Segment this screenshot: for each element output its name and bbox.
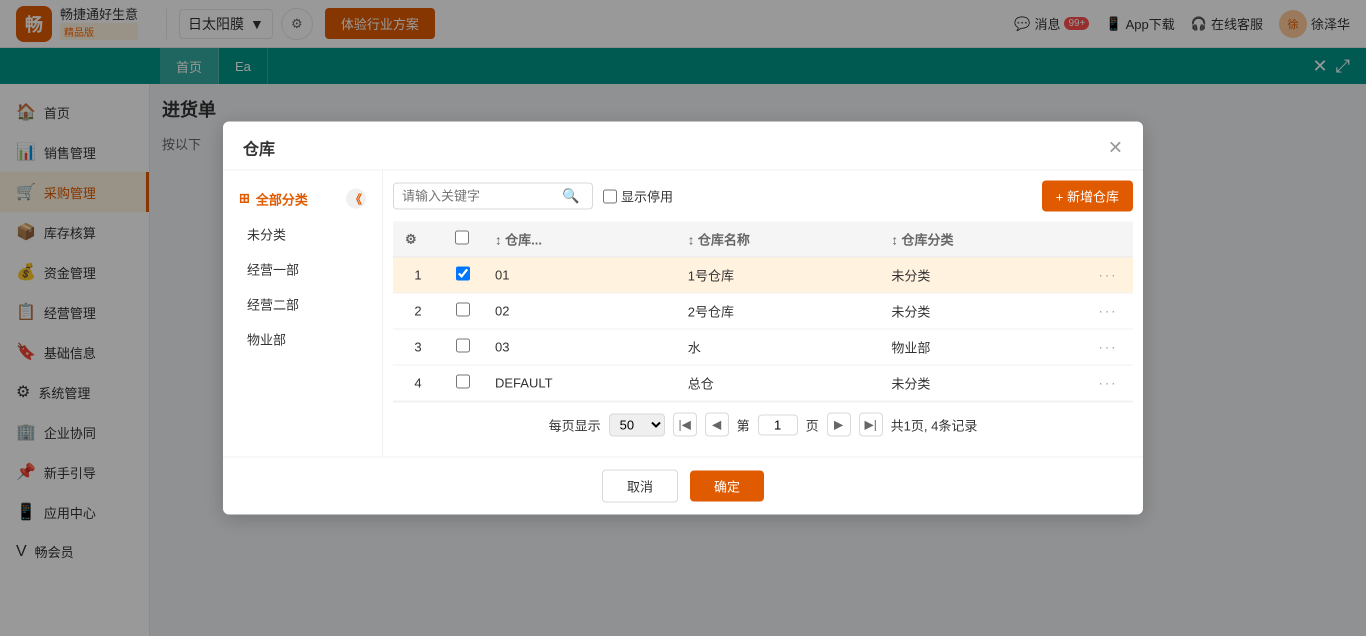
modal-close-button[interactable]: ✕ bbox=[1108, 137, 1123, 158]
row-num: 2 bbox=[393, 293, 443, 329]
table-row[interactable]: 3 03 水 物业部 ··· bbox=[393, 329, 1133, 365]
next-page-button[interactable]: ▶ bbox=[827, 413, 851, 437]
page-label: 页 bbox=[806, 415, 819, 434]
modal-footer: 取消 确定 bbox=[223, 457, 1143, 515]
row-more[interactable]: ··· bbox=[1083, 329, 1133, 365]
confirm-button[interactable]: 确定 bbox=[690, 471, 764, 502]
sort-icon-name: ↕ bbox=[688, 233, 695, 248]
th-more bbox=[1083, 222, 1133, 258]
page-number-input[interactable]: 1 bbox=[758, 414, 798, 435]
prev-page-button[interactable]: ◀ bbox=[705, 413, 729, 437]
table-header-row: ⚙ ↕ 仓库... ↕ 仓库名称 bbox=[393, 222, 1133, 258]
row-code: DEFAULT bbox=[483, 365, 676, 401]
sort-icon-cat: ↕ bbox=[891, 233, 898, 248]
collapse-button[interactable]: 《 bbox=[346, 189, 366, 209]
pagination: 每页显示 50 20 100 |◀ ◀ 第 1 页 ▶ ▶| 共1页, 4条记录 bbox=[393, 402, 1133, 447]
category-sidebar: ⊞ 全部分类 《 未分类 经营一部 经营二部 物业部 bbox=[223, 171, 383, 457]
row-name: 2号仓库 bbox=[676, 293, 880, 329]
row-name: 1号仓库 bbox=[676, 257, 880, 293]
row-more[interactable]: ··· bbox=[1083, 365, 1133, 401]
row-name: 水 bbox=[676, 329, 880, 365]
table-row[interactable]: 4 DEFAULT 总仓 未分类 ··· bbox=[393, 365, 1133, 401]
row-more[interactable]: ··· bbox=[1083, 257, 1133, 293]
th-category: ↕ 仓库分类 bbox=[879, 222, 1083, 258]
row-checkbox[interactable] bbox=[456, 375, 470, 389]
warehouse-table: ⚙ ↕ 仓库... ↕ 仓库名称 bbox=[393, 222, 1133, 402]
th-gear: ⚙ bbox=[393, 222, 443, 258]
row-num: 3 bbox=[393, 329, 443, 365]
total-label: 共1页, 4条记录 bbox=[891, 415, 978, 434]
per-page-label: 每页显示 bbox=[549, 415, 601, 434]
row-checkbox-cell[interactable] bbox=[443, 365, 483, 401]
row-category: 物业部 bbox=[879, 329, 1083, 365]
all-categories-label: 全部分类 bbox=[256, 189, 308, 208]
search-box: 🔍 bbox=[393, 183, 593, 210]
table-toolbar: 🔍 显示停用 + 新增仓库 bbox=[393, 181, 1133, 212]
category-item-dept1[interactable]: 经营一部 bbox=[223, 252, 382, 287]
cancel-button[interactable]: 取消 bbox=[602, 470, 678, 503]
row-more[interactable]: ··· bbox=[1083, 293, 1133, 329]
settings-icon: ⚙ bbox=[405, 231, 417, 246]
select-all-checkbox[interactable] bbox=[455, 231, 469, 245]
grid-icon: ⊞ bbox=[239, 191, 250, 207]
row-checkbox-cell[interactable] bbox=[443, 257, 483, 293]
per-page-select[interactable]: 50 20 100 bbox=[609, 413, 665, 436]
row-name: 总仓 bbox=[676, 365, 880, 401]
add-warehouse-button[interactable]: + 新增仓库 bbox=[1042, 181, 1133, 212]
show-disabled-checkbox[interactable] bbox=[603, 189, 617, 203]
table-row[interactable]: 2 02 2号仓库 未分类 ··· bbox=[393, 293, 1133, 329]
row-num: 4 bbox=[393, 365, 443, 401]
row-code: 02 bbox=[483, 293, 676, 329]
th-code: ↕ 仓库... bbox=[483, 222, 676, 258]
row-code: 03 bbox=[483, 329, 676, 365]
row-category: 未分类 bbox=[879, 293, 1083, 329]
row-checkbox[interactable] bbox=[456, 339, 470, 353]
modal-header: 仓库 ✕ bbox=[223, 122, 1143, 171]
category-item-dept2[interactable]: 经营二部 bbox=[223, 287, 382, 322]
row-category: 未分类 bbox=[879, 257, 1083, 293]
modal-title: 仓库 bbox=[243, 136, 275, 160]
warehouse-modal: 仓库 ✕ ⊞ 全部分类 《 未分类 经营一部 经营二部 物业部 bbox=[223, 122, 1143, 515]
modal-body: ⊞ 全部分类 《 未分类 经营一部 经营二部 物业部 🔍 bbox=[223, 171, 1143, 457]
row-checkbox[interactable] bbox=[456, 267, 470, 281]
row-num: 1 bbox=[393, 257, 443, 293]
sort-icon: ↕ bbox=[495, 233, 502, 248]
row-checkbox-cell[interactable] bbox=[443, 293, 483, 329]
row-category: 未分类 bbox=[879, 365, 1083, 401]
table-area: 🔍 显示停用 + 新增仓库 ⚙ bbox=[383, 171, 1143, 457]
show-disabled-label[interactable]: 显示停用 bbox=[603, 187, 673, 206]
category-item-unclassified[interactable]: 未分类 bbox=[223, 217, 382, 252]
row-code: 01 bbox=[483, 257, 676, 293]
all-categories-item[interactable]: ⊞ 全部分类 《 bbox=[223, 181, 382, 217]
th-check bbox=[443, 222, 483, 258]
row-checkbox-cell[interactable] bbox=[443, 329, 483, 365]
first-page-button[interactable]: |◀ bbox=[673, 413, 697, 437]
category-item-property[interactable]: 物业部 bbox=[223, 322, 382, 357]
row-checkbox[interactable] bbox=[456, 303, 470, 317]
search-icon: 🔍 bbox=[562, 188, 579, 205]
page-label-pre: 第 bbox=[737, 415, 750, 434]
th-name: ↕ 仓库名称 bbox=[676, 222, 880, 258]
search-input[interactable] bbox=[402, 189, 562, 204]
last-page-button[interactable]: ▶| bbox=[859, 413, 883, 437]
table-row[interactable]: 1 01 1号仓库 未分类 ··· bbox=[393, 257, 1133, 293]
